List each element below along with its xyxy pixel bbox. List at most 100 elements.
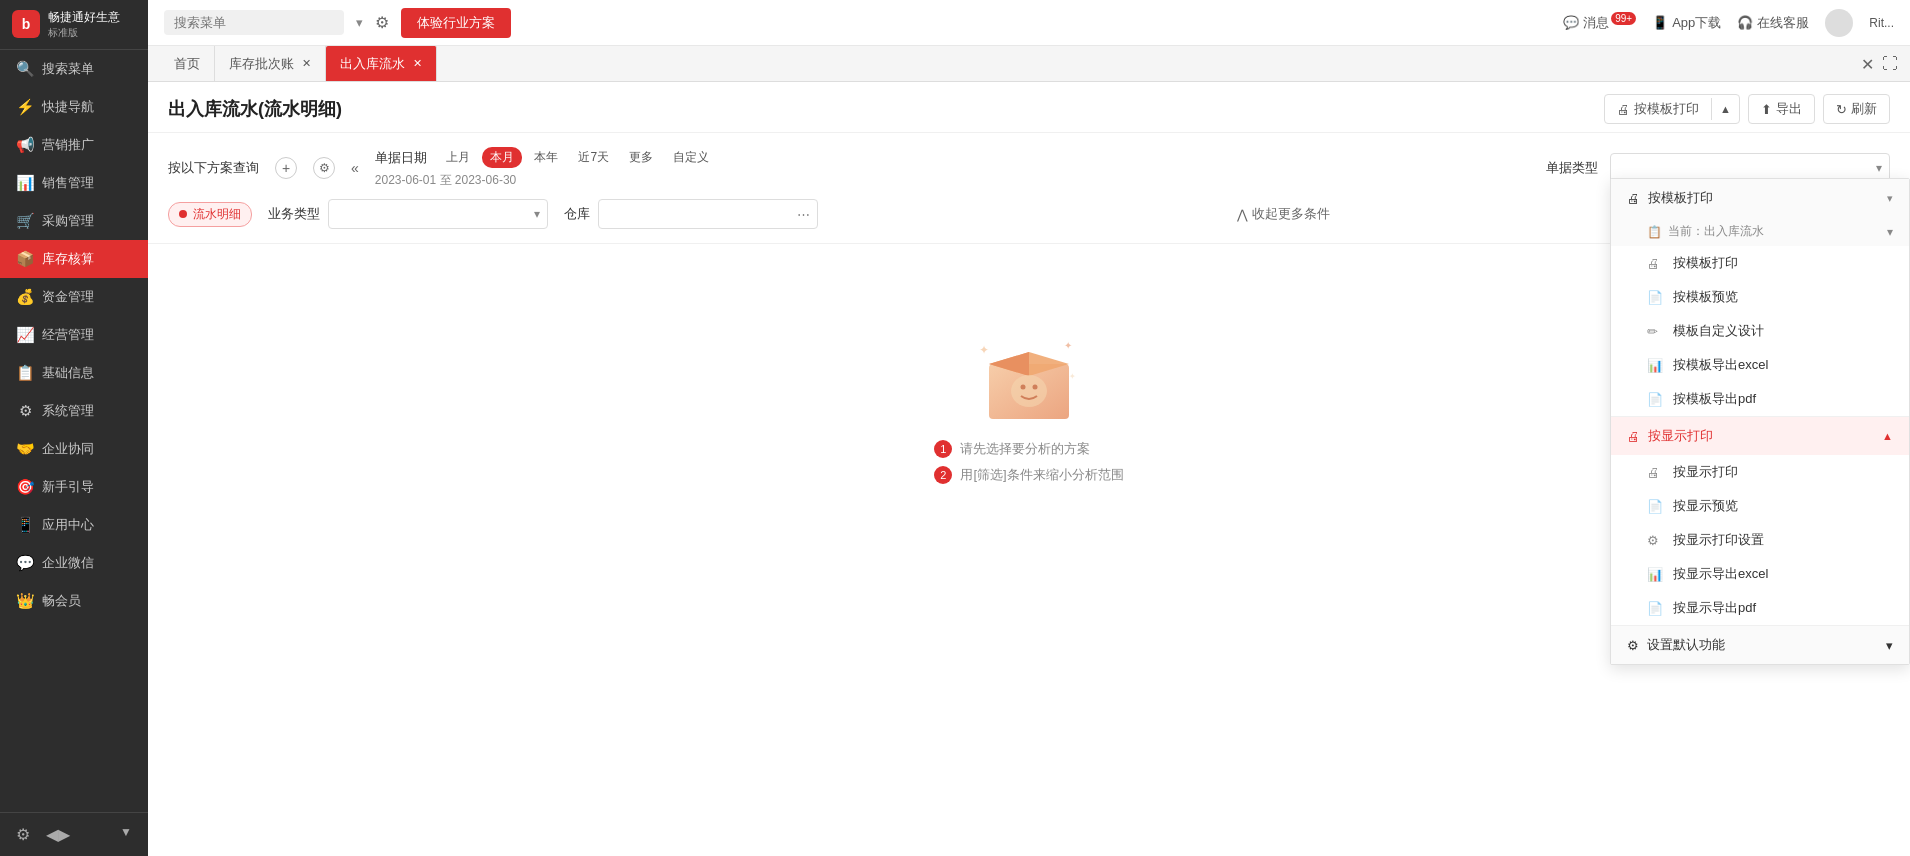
set-default-icon: ⚙ [1627,638,1639,653]
sidebar-item-basic[interactable]: 📋 基础信息 [0,354,148,392]
maximize-window-btn[interactable]: ⛶ [1882,54,1898,73]
sidebar-item-label: 搜索菜单 [42,60,94,78]
sidebar-item-system[interactable]: ⚙ 系统管理 [0,392,148,430]
date-tab-this-month[interactable]: 本月 [482,147,522,168]
sidebar-item-guide[interactable]: 🎯 新手引导 [0,468,148,506]
template-print-section: 🖨 按模板打印 ▾ 📋 当前：出入库流水 ▾ 🖨 [1611,179,1909,417]
svg-point-5 [1033,385,1038,390]
display-export-excel-item[interactable]: 📊 按显示导出excel [1611,557,1909,591]
template-print-item[interactable]: 🖨 按模板打印 [1611,246,1909,280]
template-export-excel-icon: 📊 [1647,358,1663,373]
date-tab-more[interactable]: 更多 [621,147,661,168]
date-tab-last-month[interactable]: 上月 [438,147,478,168]
display-print-chevron: ▲ [1882,430,1893,442]
scroll-down-btn[interactable]: ▼ [120,825,132,844]
sidebar-settings-icon[interactable]: ⚙ [16,825,30,844]
tab-batch-account-close[interactable]: ✕ [302,57,311,70]
enterprise-icon: 🤝 [16,440,34,458]
tab-home[interactable]: 首页 [160,46,215,81]
refresh-btn[interactable]: ↻ 刷新 [1823,94,1890,124]
date-tab-this-year[interactable]: 本年 [526,147,566,168]
display-print-item-icon: 🖨 [1647,465,1663,480]
flow-tag[interactable]: 流水明细 [168,202,252,227]
close-window-btn[interactable]: ✕ [1861,54,1874,73]
export-btn[interactable]: ⬆ 导出 [1748,94,1815,124]
template-print-icon: 🖨 [1627,191,1640,206]
business-type-input[interactable] [328,199,548,229]
flow-tag-label: 流水明细 [193,206,241,223]
search-input[interactable] [164,10,344,35]
display-print-settings-item[interactable]: ⚙ 按显示打印设置 [1611,523,1909,557]
filter-collapse-btn[interactable]: « [351,160,359,176]
display-export-excel-icon: 📊 [1647,567,1663,582]
display-print-title: 🖨 按显示打印 [1627,427,1713,445]
display-print-section: 🖨 按显示打印 ▲ 🖨 按显示打印 📄 按显示预览 ⚙ [1611,417,1909,626]
filter-settings-btn[interactable]: ⚙ [313,157,335,179]
sidebar-item-sales[interactable]: 📊 销售管理 [0,164,148,202]
trial-button[interactable]: 体验行业方案 [401,8,511,38]
template-export-excel-item[interactable]: 📊 按模板导出excel [1611,348,1909,382]
sidebar-item-label: 企业协同 [42,440,94,458]
sidebar-scroll: 🔍 搜索菜单 ⚡ 快捷导航 📢 营销推广 📊 销售管理 🛒 采购管理 📦 库存核… [0,50,148,812]
sidebar-item-label: 应用中心 [42,516,94,534]
warehouse-input[interactable] [598,199,818,229]
sidebar-item-inventory[interactable]: 📦 库存核算 [0,240,148,278]
sidebar-collapse-icon[interactable]: ◀▶ [46,825,70,844]
sidebar-item-label: 经营管理 [42,326,94,344]
sidebar-item-enterprise[interactable]: 🤝 企业协同 [0,430,148,468]
display-print-item[interactable]: 🖨 按显示打印 [1611,455,1909,489]
message-badge: 99+ [1611,12,1636,25]
logo-icon: b [12,10,40,38]
app-download-btn[interactable]: 📱 App下载 [1652,14,1721,32]
template-print-btn[interactable]: 🖨 按模板打印 [1605,95,1711,123]
topbar-dropdown-icon[interactable]: ▾ [356,15,363,30]
template-print-section-header[interactable]: 🖨 按模板打印 ▾ [1611,179,1909,217]
current-template-row: 📋 当前：出入库流水 ▾ [1611,217,1909,246]
sidebar-item-operations[interactable]: 📈 经营管理 [0,316,148,354]
display-preview-icon: 📄 [1647,499,1663,514]
tip-item-1: 1 请先选择要分析的方案 [934,440,1123,458]
sidebar-item-purchase[interactable]: 🛒 采购管理 [0,202,148,240]
display-print-section-header[interactable]: 🖨 按显示打印 ▲ [1611,417,1909,455]
filter-add-btn[interactable]: + [275,157,297,179]
system-icon: ⚙ [16,402,34,420]
sidebar-item-quick-nav[interactable]: ⚡ 快捷导航 [0,88,148,126]
tab-flow-close[interactable]: ✕ [413,57,422,70]
sidebar-item-finance[interactable]: 💰 资金管理 [0,278,148,316]
window-controls: ✕ ⛶ [1861,54,1898,73]
wechat-icon: 💬 [16,554,34,572]
sidebar-item-marketing[interactable]: 📢 营销推广 [0,126,148,164]
search-icon: 🔍 [16,60,34,78]
svg-text:✦: ✦ [979,343,989,357]
warehouse-field: 仓库 ⋯ [564,199,818,229]
print-dropdown-btn[interactable]: ▲ [1711,98,1739,120]
tab-flow[interactable]: 出入库流水 ✕ [326,46,437,81]
online-service-btn[interactable]: 🎧 在线客服 [1737,14,1809,32]
sidebar-item-label: 新手引导 [42,478,94,496]
template-custom-item[interactable]: ✏ 模板自定义设计 [1611,314,1909,348]
sidebar-item-search[interactable]: 🔍 搜索菜单 [0,50,148,88]
sidebar-item-apps[interactable]: 📱 应用中心 [0,506,148,544]
template-preview-item[interactable]: 📄 按模板预览 [1611,280,1909,314]
sidebar-item-label: 营销推广 [42,136,94,154]
set-default-footer[interactable]: ⚙ 设置默认功能 ▾ [1611,626,1909,664]
display-export-pdf-item[interactable]: 📄 按显示导出pdf [1611,591,1909,625]
sidebar-item-member[interactable]: 👑 畅会员 [0,582,148,620]
template-export-pdf-item[interactable]: 📄 按模板导出pdf [1611,382,1909,416]
tip-text-2: 用[筛选]条件来缩小分析范围 [960,466,1123,484]
topbar: ▾ ⚙ 体验行业方案 💬 消息 99+ 📱 App下载 🎧 在线客服 Rit..… [148,0,1910,46]
display-preview-item[interactable]: 📄 按显示预览 [1611,489,1909,523]
template-print-title: 🖨 按模板打印 [1627,189,1713,207]
tab-batch-account[interactable]: 库存批次账 ✕ [215,46,326,81]
sidebar: b 畅捷通好生意 标准版 🔍 搜索菜单 ⚡ 快捷导航 📢 营销推广 📊 销售管理… [0,0,148,856]
date-tab-last-7[interactable]: 近7天 [570,147,617,168]
business-type-field: 业务类型 ▾ [268,199,548,229]
message-btn[interactable]: 💬 消息 99+ [1563,14,1636,32]
tabbar: 首页 库存批次账 ✕ 出入库流水 ✕ ✕ ⛶ [148,46,1910,82]
date-tab-custom[interactable]: 自定义 [665,147,717,168]
sidebar-item-wechat[interactable]: 💬 企业微信 [0,544,148,582]
collapse-more-btn[interactable]: ⋀ 收起更多条件 [1237,205,1330,223]
user-name: Rit... [1869,16,1894,30]
user-avatar[interactable] [1825,9,1853,37]
topbar-gear-icon[interactable]: ⚙ [375,13,389,32]
